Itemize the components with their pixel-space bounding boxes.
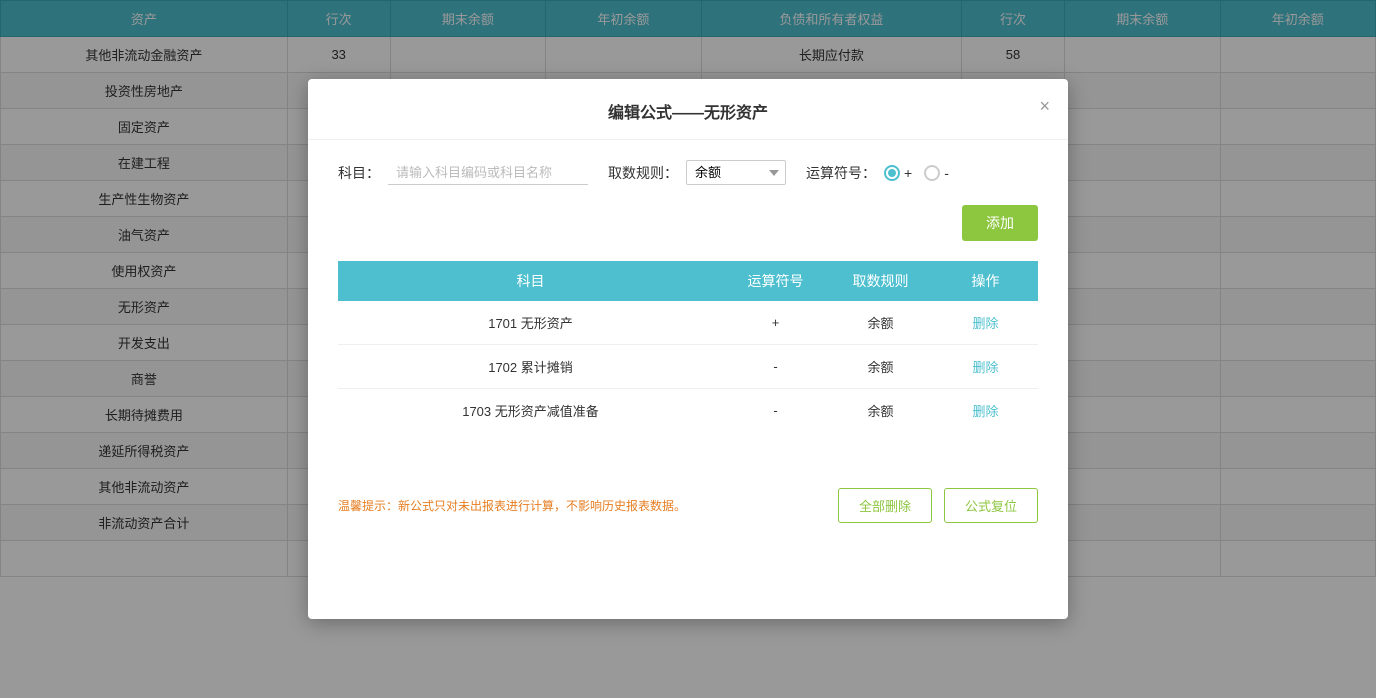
operator-plus-radio[interactable]: + — [884, 165, 912, 181]
formula-operator: - — [723, 389, 828, 433]
modal-body: 科目： 取数规则： 余额借方贷方借方发生额贷方发生额 运算符号： + — [308, 140, 1068, 472]
modal-overlay: 编辑公式——无形资产 × 科目： 取数规则： 余额借方贷方借方发生额贷方发生额 … — [0, 0, 1376, 698]
delete-row-button[interactable]: 删除 — [972, 401, 998, 420]
rule-label: 取数规则： — [608, 163, 678, 183]
reset-formula-button[interactable]: 公式复位 — [944, 488, 1038, 523]
formula-table-row: 1701 无形资产+余额 删除 — [338, 301, 1038, 345]
table-header-operator: 运算符号 — [723, 261, 828, 301]
rule-select-wrapper: 余额借方贷方借方发生额贷方发生额 — [686, 160, 786, 185]
operator-minus-radio[interactable]: - — [924, 165, 949, 181]
formula-operator: - — [723, 345, 828, 389]
table-header-action: 操作 — [933, 261, 1038, 301]
formula-subject: 1701 无形资产 — [338, 301, 723, 345]
subject-label: 科目： — [338, 163, 380, 183]
formula-action: 删除 — [933, 301, 1038, 345]
formula-operator: + — [723, 301, 828, 345]
formula-rule: 余额 — [828, 301, 933, 345]
delete-row-button[interactable]: 删除 — [972, 357, 998, 376]
tip-text: 温馨提示：新公式只对未出报表进行计算，不影响历史报表数据。 — [338, 497, 686, 514]
formula-table-row: 1703 无形资产减值准备-余额 删除 — [338, 389, 1038, 433]
operator-radio-group: + - — [884, 165, 949, 181]
formula-table-row: 1702 累计摊销-余额 删除 — [338, 345, 1038, 389]
operator-plus-label: + — [904, 165, 912, 181]
form-row: 科目： 取数规则： 余额借方贷方借方发生额贷方发生额 运算符号： + — [338, 160, 1038, 241]
delete-all-button[interactable]: 全部删除 — [838, 488, 932, 523]
subject-input[interactable] — [388, 161, 588, 185]
formula-action: 删除 — [933, 389, 1038, 433]
rule-select[interactable]: 余额借方贷方借方发生额贷方发生额 — [686, 160, 786, 185]
operator-label: 运算符号： — [806, 163, 876, 183]
formula-subject: 1702 累计摊销 — [338, 345, 723, 389]
table-header-rule: 取数规则 — [828, 261, 933, 301]
modal-header: 编辑公式——无形资产 × — [308, 79, 1068, 140]
radio-circle-plus — [884, 165, 900, 181]
subject-group: 科目： — [338, 161, 588, 185]
operator-group: 运算符号： + - — [806, 163, 949, 183]
edit-formula-modal: 编辑公式——无形资产 × 科目： 取数规则： 余额借方贷方借方发生额贷方发生额 … — [308, 79, 1068, 619]
modal-footer: 温馨提示：新公式只对未出报表进行计算，不影响历史报表数据。 全部删除 公式复位 — [308, 472, 1068, 543]
formula-rule: 余额 — [828, 389, 933, 433]
table-header-subject: 科目 — [338, 261, 723, 301]
footer-buttons: 全部删除 公式复位 — [838, 488, 1038, 523]
operator-minus-label: - — [944, 165, 949, 181]
formula-table: 科目 运算符号 取数规则 操作 1701 无形资产+余额删除1702 累计摊销-… — [338, 261, 1038, 432]
formula-action: 删除 — [933, 345, 1038, 389]
modal-title: 编辑公式——无形资产 — [608, 105, 768, 122]
radio-circle-minus — [924, 165, 940, 181]
modal-close-button[interactable]: × — [1039, 97, 1050, 115]
delete-row-button[interactable]: 删除 — [972, 313, 998, 332]
formula-rule: 余额 — [828, 345, 933, 389]
formula-subject: 1703 无形资产减值准备 — [338, 389, 723, 433]
rule-group: 取数规则： 余额借方贷方借方发生额贷方发生额 — [608, 160, 786, 185]
add-button[interactable]: 添加 — [962, 205, 1038, 241]
